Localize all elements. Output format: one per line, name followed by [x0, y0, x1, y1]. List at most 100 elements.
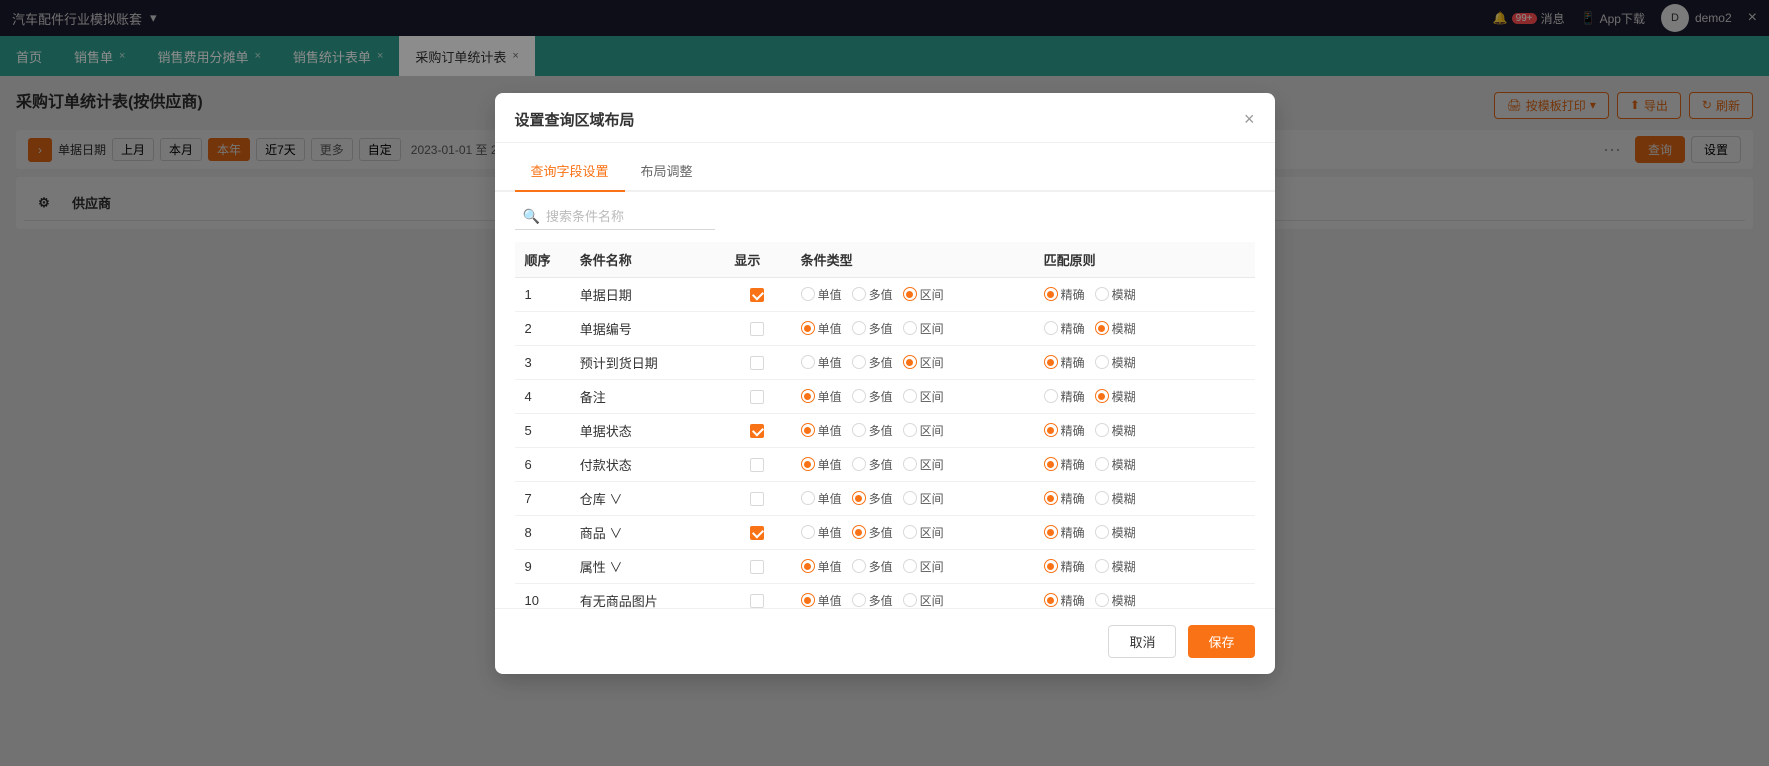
type-radio-option[interactable]: 多值 — [852, 592, 893, 608]
type-radio-option[interactable]: 区间 — [903, 524, 944, 541]
type-radio-option[interactable]: 区间 — [903, 286, 944, 303]
rule-radio-option[interactable]: 精确 — [1044, 592, 1085, 608]
radio-btn[interactable] — [1095, 287, 1109, 301]
show-checkbox[interactable] — [750, 356, 764, 370]
rule-radio-option[interactable]: 精确 — [1044, 558, 1085, 575]
type-radio-option[interactable]: 多值 — [852, 422, 893, 439]
type-radio-option[interactable]: 单值 — [801, 388, 842, 405]
rule-radio-option[interactable]: 精确 — [1044, 490, 1085, 507]
radio-btn[interactable] — [903, 287, 917, 301]
rule-radio-option[interactable]: 模糊 — [1095, 524, 1136, 541]
type-radio-option[interactable]: 区间 — [903, 490, 944, 507]
radio-btn[interactable] — [801, 355, 815, 369]
type-radio-option[interactable]: 区间 — [903, 354, 944, 371]
radio-btn[interactable] — [903, 423, 917, 437]
rule-radio-option[interactable]: 精确 — [1044, 354, 1085, 371]
radio-btn[interactable] — [1095, 525, 1109, 539]
rule-radio-option[interactable]: 模糊 — [1095, 456, 1136, 473]
radio-btn[interactable] — [852, 423, 866, 437]
radio-btn[interactable] — [852, 321, 866, 335]
type-radio-option[interactable]: 区间 — [903, 592, 944, 608]
radio-btn[interactable] — [903, 593, 917, 607]
type-radio-option[interactable]: 单值 — [801, 320, 842, 337]
cell-show[interactable] — [724, 345, 790, 379]
type-radio-option[interactable]: 多值 — [852, 490, 893, 507]
type-radio-option[interactable]: 多值 — [852, 320, 893, 337]
type-radio-option[interactable]: 单值 — [801, 592, 842, 608]
radio-btn[interactable] — [801, 423, 815, 437]
radio-btn[interactable] — [1044, 423, 1058, 437]
radio-btn[interactable] — [852, 525, 866, 539]
cell-show[interactable] — [724, 379, 790, 413]
type-radio-option[interactable]: 单值 — [801, 422, 842, 439]
cell-show[interactable] — [724, 515, 790, 549]
search-condition-input[interactable] — [546, 209, 696, 224]
radio-btn[interactable] — [801, 491, 815, 505]
rule-radio-option[interactable]: 精确 — [1044, 456, 1085, 473]
radio-btn[interactable] — [1044, 491, 1058, 505]
type-radio-option[interactable]: 多值 — [852, 524, 893, 541]
radio-btn[interactable] — [903, 389, 917, 403]
radio-btn[interactable] — [801, 389, 815, 403]
show-checkbox[interactable] — [750, 322, 764, 336]
type-radio-option[interactable]: 单值 — [801, 286, 842, 303]
type-radio-option[interactable]: 单值 — [801, 558, 842, 575]
cell-show[interactable] — [724, 447, 790, 481]
radio-btn[interactable] — [903, 457, 917, 471]
show-checkbox[interactable] — [750, 526, 764, 540]
show-checkbox[interactable] — [750, 492, 764, 506]
radio-btn[interactable] — [1095, 491, 1109, 505]
show-checkbox[interactable] — [750, 424, 764, 438]
type-radio-option[interactable]: 多值 — [852, 354, 893, 371]
type-radio-option[interactable]: 多值 — [852, 388, 893, 405]
dialog-close-button[interactable]: × — [1244, 110, 1255, 128]
radio-btn[interactable] — [903, 355, 917, 369]
radio-btn[interactable] — [1044, 287, 1058, 301]
radio-btn[interactable] — [801, 559, 815, 573]
cell-show[interactable] — [724, 549, 790, 583]
radio-btn[interactable] — [1044, 525, 1058, 539]
rule-radio-option[interactable]: 模糊 — [1095, 490, 1136, 507]
radio-btn[interactable] — [1095, 423, 1109, 437]
show-checkbox[interactable] — [750, 458, 764, 472]
radio-btn[interactable] — [1095, 593, 1109, 607]
show-checkbox[interactable] — [750, 390, 764, 404]
radio-btn[interactable] — [801, 525, 815, 539]
radio-btn[interactable] — [1044, 559, 1058, 573]
radio-btn[interactable] — [852, 593, 866, 607]
type-radio-option[interactable]: 多值 — [852, 558, 893, 575]
radio-btn[interactable] — [1044, 593, 1058, 607]
rule-radio-option[interactable]: 模糊 — [1095, 388, 1136, 405]
cell-show[interactable] — [724, 311, 790, 345]
tab-field-settings[interactable]: 查询字段设置 — [515, 155, 625, 192]
type-radio-option[interactable]: 单值 — [801, 354, 842, 371]
radio-btn[interactable] — [903, 525, 917, 539]
radio-btn[interactable] — [852, 287, 866, 301]
radio-btn[interactable] — [852, 389, 866, 403]
radio-btn[interactable] — [801, 457, 815, 471]
radio-btn[interactable] — [903, 491, 917, 505]
radio-btn[interactable] — [1044, 389, 1058, 403]
show-checkbox[interactable] — [750, 594, 764, 608]
radio-btn[interactable] — [801, 321, 815, 335]
type-radio-option[interactable]: 单值 — [801, 524, 842, 541]
rule-radio-option[interactable]: 模糊 — [1095, 354, 1136, 371]
radio-btn[interactable] — [1095, 457, 1109, 471]
cancel-button[interactable]: 取消 — [1108, 625, 1176, 658]
rule-radio-option[interactable]: 模糊 — [1095, 422, 1136, 439]
rule-radio-option[interactable]: 精确 — [1044, 388, 1085, 405]
radio-btn[interactable] — [852, 491, 866, 505]
radio-btn[interactable] — [1095, 355, 1109, 369]
rule-radio-option[interactable]: 精确 — [1044, 286, 1085, 303]
cell-show[interactable] — [724, 278, 790, 312]
radio-btn[interactable] — [1044, 321, 1058, 335]
radio-btn[interactable] — [852, 355, 866, 369]
show-checkbox[interactable] — [750, 560, 764, 574]
rule-radio-option[interactable]: 模糊 — [1095, 286, 1136, 303]
tab-layout-adjust[interactable]: 布局调整 — [625, 155, 709, 192]
rule-radio-option[interactable]: 精确 — [1044, 524, 1085, 541]
type-radio-option[interactable]: 单值 — [801, 456, 842, 473]
type-radio-option[interactable]: 单值 — [801, 490, 842, 507]
type-radio-option[interactable]: 区间 — [903, 558, 944, 575]
cell-show[interactable] — [724, 583, 790, 608]
